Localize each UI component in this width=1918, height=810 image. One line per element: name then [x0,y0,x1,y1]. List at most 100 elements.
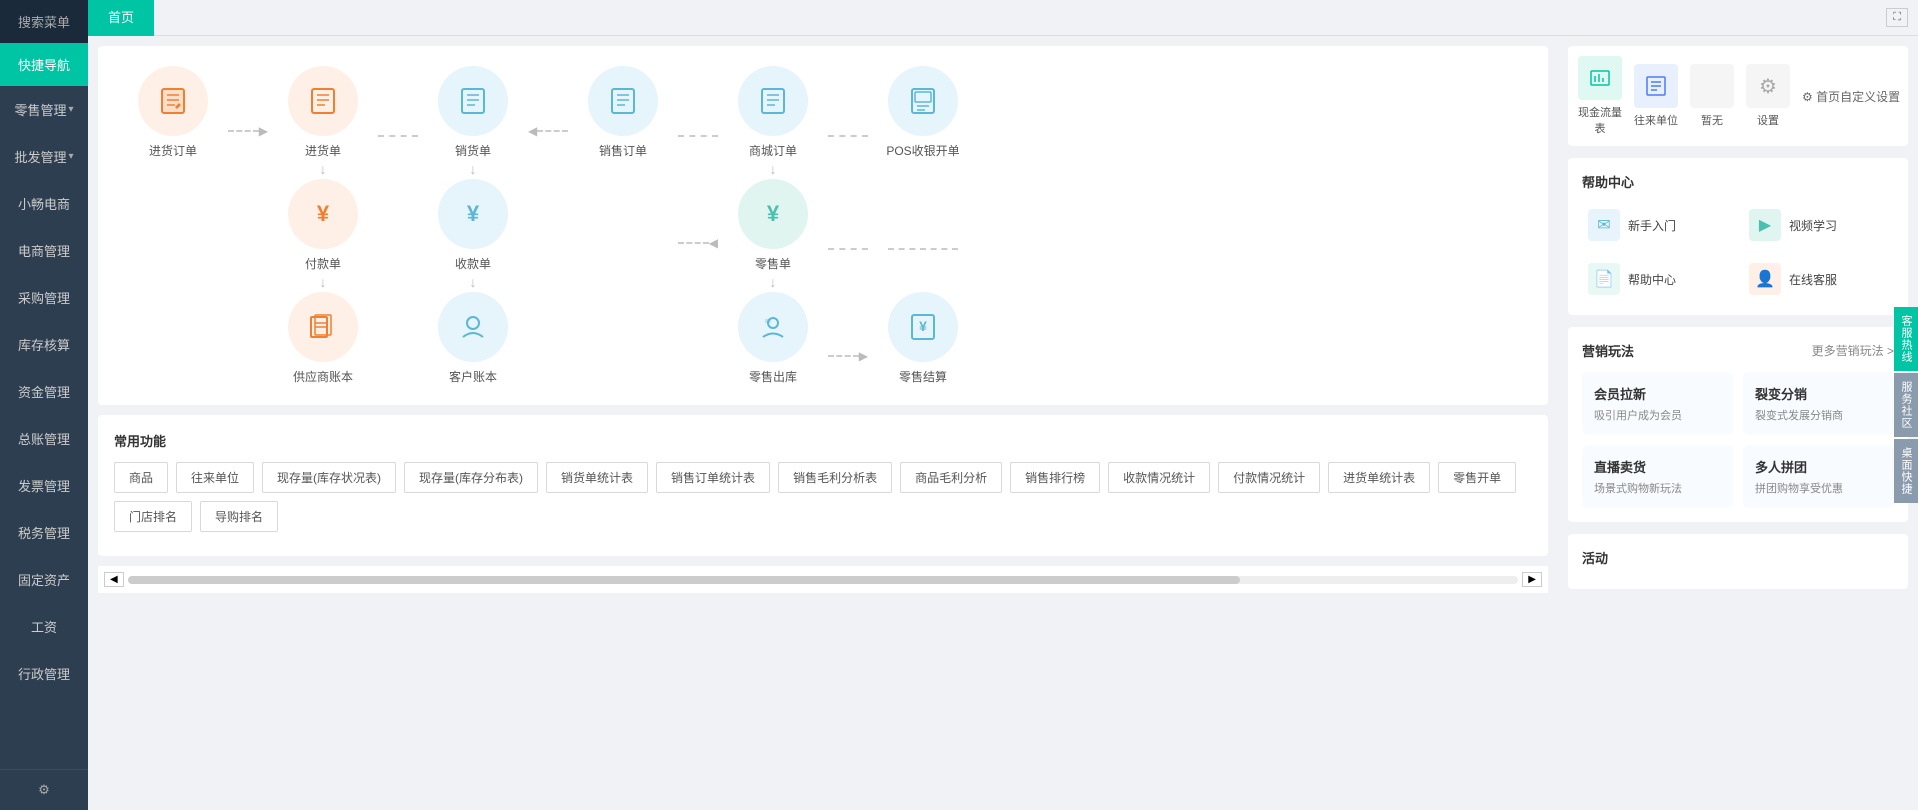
sidebar-item-tax[interactable]: 税务管理 [0,509,88,556]
down-arrow-receipt: ↓ [470,272,477,292]
service-icon: 👤 [1749,263,1781,295]
quick-none[interactable]: 暂无 [1690,64,1734,128]
flow-node-supplier-book[interactable]: 供应商账本 [268,292,378,385]
sidebar-item-salary[interactable]: 工资 [0,603,88,650]
quick-contacts[interactable]: 往来单位 [1634,64,1678,128]
marketing-item-desc: 拼团购物享受优惠 [1755,480,1882,496]
func-btn-receipt-stat[interactable]: 收款情况统计 [1108,462,1210,493]
flow-node-mall-order[interactable]: 商城订单 [718,66,828,159]
arrow-left-1: ◀ [528,125,568,159]
flow-node-retail-settle[interactable]: ¥ 零售结算 [868,292,978,385]
scroll-right-btn[interactable]: ▶ [1522,572,1542,587]
help-item-service[interactable]: 👤 在线客服 [1743,257,1894,301]
sidebar-search[interactable]: 搜索菜单 [0,0,88,43]
tab-home[interactable]: 首页 [88,0,154,36]
sidebar-item-inventory[interactable]: 库存核算 [0,321,88,368]
node-label: 零售出库 [749,368,797,385]
flow-node-retail-outbound[interactable]: 零售出库 [718,292,828,385]
func-btn-sales-order-stat[interactable]: 销售订单统计表 [656,462,770,493]
flow-node-retail[interactable]: ¥ 零售单 [718,179,828,272]
floating-desktop[interactable]: 桌面快捷 [1894,439,1918,503]
flow-node-sales[interactable]: 销货单 [418,66,528,159]
common-functions-section: 常用功能 商品 往来单位 现存量(库存状况表) 现存量(库存分布表) 销货单统计… [98,415,1548,556]
func-btn-purchase-stat[interactable]: 进货单统计表 [1328,462,1430,493]
func-btn-sales-profit[interactable]: 销售毛利分析表 [778,462,892,493]
func-btn-sales-stat[interactable]: 销货单统计表 [546,462,648,493]
func-btn-sales-rank[interactable]: 销售排行榜 [1010,462,1100,493]
marketing-fission[interactable]: 裂变分销 裂变式发展分销商 [1743,372,1894,435]
sidebar-item-retail[interactable]: 零售管理 ▾ [0,86,88,133]
flow-node-sales-order[interactable]: 销售订单 [568,66,678,159]
marketing-live[interactable]: 直播卖货 场景式购物新玩法 [1582,445,1733,508]
marketing-group[interactable]: 多人拼团 拼团购物享受优惠 [1743,445,1894,508]
sidebar-settings[interactable]: ⚙ [0,769,88,810]
func-btn-goods[interactable]: 商品 [114,462,168,493]
help-grid: ✉ 新手入门 ▶ 视频学习 📄 帮助中心 👤 在线客服 [1582,203,1894,301]
section-title: 常用功能 [114,431,1532,450]
func-btn-goods-profit[interactable]: 商品毛利分析 [900,462,1002,493]
flow-node-receipt[interactable]: ¥ 收款单 [418,179,528,272]
help-center-card: 帮助中心 ✉ 新手入门 ▶ 视频学习 📄 帮助中心 👤 [1568,158,1908,315]
help-item-help[interactable]: 📄 帮助中心 [1582,257,1733,301]
scroll-left-btn[interactable]: ◀ [104,572,124,587]
sidebar-item-finance[interactable]: 资金管理 [0,368,88,415]
help-item-beginner[interactable]: ✉ 新手入门 [1582,203,1733,247]
func-btn-stock-dist[interactable]: 现存量(库存分布表) [404,462,538,493]
sidebar-nav[interactable]: 快捷导航 [0,43,88,86]
sidebar-item-purchase[interactable]: 采购管理 [0,274,88,321]
flow-node-purchase[interactable]: 进货单 [268,66,378,159]
node-label: 销售订单 [599,142,647,159]
help-item-label: 视频学习 [1789,217,1837,234]
node-label: 进货订单 [149,142,197,159]
content-area: 进货订单 ▶ 进货单 [88,36,1918,810]
func-btn-store-rank[interactable]: 门店排名 [114,501,192,532]
node-label: 收款单 [455,255,491,272]
chevron-down-icon: ▾ [68,151,73,162]
sales-order-icon [588,66,658,136]
sidebar-item-assets[interactable]: 固定资产 [0,556,88,603]
quick-settings[interactable]: ⚙ 设置 [1746,64,1790,128]
scroll-thumb[interactable] [128,576,1240,584]
flow-node-purchase-order[interactable]: 进货订单 [118,66,228,159]
flow-node-customer-book[interactable]: 客户账本 [418,292,528,385]
settings-icon: ⚙ [1746,64,1790,108]
sidebar-item-ledger[interactable]: 总账管理 [0,415,88,462]
scroll-track[interactable] [128,576,1519,584]
func-btn-retail-order[interactable]: 零售开单 [1438,462,1516,493]
right-panel: 现金流量表 往来单位 暂无 ⚙ 设置 ⚙ 首页自定义设置 [1558,36,1918,810]
help-item-label: 帮助中心 [1628,271,1676,288]
floating-community[interactable]: 服务社区 [1894,373,1918,437]
marketing-card: 营销玩法 更多营销玩法 > 会员拉新 吸引用户成为会员 裂变分销 裂变式发展分销… [1568,327,1908,522]
sidebar-item-invoice[interactable]: 发票管理 [0,462,88,509]
marketing-item-title: 直播卖货 [1594,457,1721,476]
homepage-settings-link[interactable]: ⚙ 首页自定义设置 [1802,88,1900,105]
help-icon: 📄 [1588,263,1620,295]
func-btn-guide-rank[interactable]: 导购排名 [200,501,278,532]
sidebar-item-wholesale[interactable]: 批发管理 ▾ [0,133,88,180]
flow-node-payment[interactable]: ¥ 付款单 [268,179,378,272]
sidebar-item-ecommerce-mgmt[interactable]: 电商管理 [0,227,88,274]
marketing-more-link[interactable]: 更多营销玩法 > [1812,342,1894,359]
payment-icon: ¥ [288,179,358,249]
activity-card: 活动 [1568,534,1908,589]
node-label: 付款单 [305,255,341,272]
floating-customer-service[interactable]: 客服热线 [1894,307,1918,371]
retail-out-icon [738,292,808,362]
marketing-member[interactable]: 会员拉新 吸引用户成为会员 [1582,372,1733,435]
receipt-icon: ¥ [438,179,508,249]
arrow-right-1: ▶ [228,125,268,159]
function-grid: 商品 往来单位 现存量(库存状况表) 现存量(库存分布表) 销货单统计表 销售订… [114,462,1532,532]
floating-buttons: 客服热线 服务社区 桌面快捷 [1894,307,1918,503]
down-arrow-sales: ↓ [470,159,477,179]
func-btn-stock-status[interactable]: 现存量(库存状况表) [262,462,396,493]
func-btn-contacts[interactable]: 往来单位 [176,462,254,493]
help-item-video[interactable]: ▶ 视频学习 [1743,203,1894,247]
down-arrow-payment: ↓ [320,272,327,292]
flow-node-pos[interactable]: POS收银开单 [868,66,978,159]
sidebar-item-admin[interactable]: 行政管理 [0,650,88,697]
func-btn-payment-stat[interactable]: 付款情况统计 [1218,462,1320,493]
sidebar-item-ecommerce[interactable]: 小畅电商 [0,180,88,227]
quick-cashflow[interactable]: 现金流量表 [1578,56,1622,136]
marketing-item-title: 裂变分销 [1755,384,1882,403]
fullscreen-button[interactable]: ⛶ [1886,8,1908,27]
